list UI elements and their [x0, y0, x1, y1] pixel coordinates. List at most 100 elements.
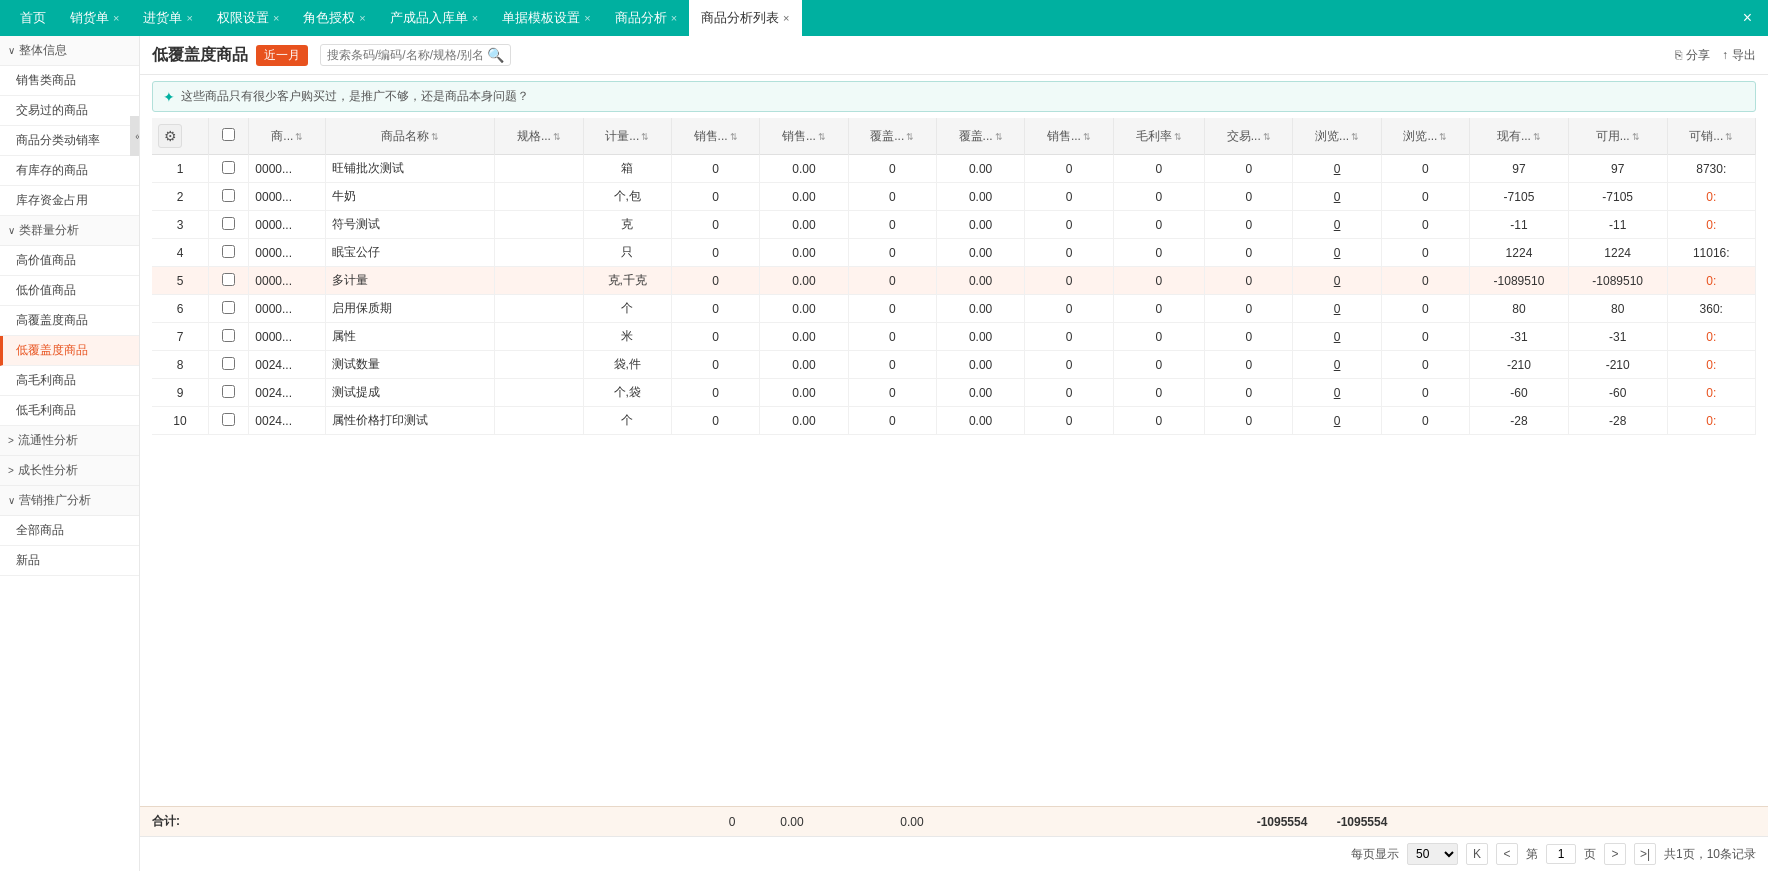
row-select-checkbox[interactable]	[222, 301, 235, 314]
row-select-checkbox[interactable]	[222, 385, 235, 398]
nav-close-icon[interactable]: ×	[671, 12, 677, 24]
sales-amount-column-header[interactable]: 销售...⇅	[760, 118, 848, 155]
row-checkbox[interactable]	[209, 267, 249, 295]
row-select-checkbox[interactable]	[222, 273, 235, 286]
row-browse1[interactable]: 0	[1293, 239, 1381, 267]
row-select-checkbox[interactable]	[222, 357, 235, 370]
current-stock-column-header[interactable]: 现有...⇅	[1470, 118, 1569, 155]
sidebar-item-new-goods[interactable]: 新品	[0, 546, 139, 576]
sales-rate-column-header[interactable]: 销售...⇅	[1025, 118, 1113, 155]
row-checkbox[interactable]	[209, 351, 249, 379]
settings-column-header[interactable]: ⚙	[152, 118, 209, 155]
row-select-checkbox[interactable]	[222, 189, 235, 202]
nav-close-icon[interactable]: ×	[359, 12, 365, 24]
row-checkbox[interactable]	[209, 211, 249, 239]
spec-column-header[interactable]: 规格...⇅	[495, 118, 583, 155]
row-sales-amount: 0.00	[760, 155, 848, 183]
row-browse1[interactable]: 0	[1293, 155, 1381, 183]
window-close-button[interactable]: ×	[1735, 9, 1760, 27]
nav-close-icon-active[interactable]: ×	[783, 12, 789, 24]
first-page-button[interactable]: K	[1466, 843, 1488, 865]
sidebar-section-group-analysis[interactable]: ∨ 类群量分析	[0, 216, 139, 246]
coverage2-column-header[interactable]: 覆盖...⇅	[936, 118, 1024, 155]
date-filter-button[interactable]: 近一月	[256, 45, 308, 66]
row-select-checkbox[interactable]	[222, 161, 235, 174]
row-select-checkbox[interactable]	[222, 329, 235, 342]
sidebar-item-low-margin[interactable]: 低毛利商品	[0, 396, 139, 426]
row-checkbox[interactable]	[209, 239, 249, 267]
column-settings-button[interactable]: ⚙	[158, 124, 182, 148]
sidebar-item-inventory-capital[interactable]: 库存资金占用	[0, 186, 139, 216]
sidebar-item-in-stock-goods[interactable]: 有库存的商品	[0, 156, 139, 186]
coverage1-column-header[interactable]: 覆盖...⇅	[848, 118, 936, 155]
sidebar-item-traded-goods[interactable]: 交易过的商品	[0, 96, 139, 126]
search-input[interactable]	[327, 48, 487, 62]
row-browse1[interactable]: 0	[1293, 351, 1381, 379]
sidebar-item-low-value[interactable]: 低价值商品	[0, 276, 139, 306]
export-button[interactable]: ↑ 导出	[1722, 47, 1756, 64]
available-stock-column-header[interactable]: 可用...⇅	[1568, 118, 1667, 155]
row-select-checkbox[interactable]	[222, 217, 235, 230]
unit-column-header[interactable]: 计量...⇅	[583, 118, 671, 155]
row-checkbox[interactable]	[209, 323, 249, 351]
row-browse1[interactable]: 0	[1293, 407, 1381, 435]
sidebar-item-high-margin[interactable]: 高毛利商品	[0, 366, 139, 396]
sidebar-item-sales-goods[interactable]: 销售类商品	[0, 66, 139, 96]
row-checkbox[interactable]	[209, 379, 249, 407]
share-button[interactable]: ⎘ 分享	[1675, 47, 1710, 64]
browse1-column-header[interactable]: 浏览...⇅	[1293, 118, 1381, 155]
name-column-header[interactable]: 商品名称⇅	[326, 118, 495, 155]
gross-margin-column-header[interactable]: 毛利率⇅	[1113, 118, 1204, 155]
nav-product-entry[interactable]: 产成品入库单×	[378, 0, 490, 36]
sidebar-item-all-goods[interactable]: 全部商品	[0, 516, 139, 546]
sidebar-section-liquidity[interactable]: > 流通性分析	[0, 426, 139, 456]
prev-page-button[interactable]: <	[1496, 843, 1518, 865]
nav-permission-settings[interactable]: 权限设置×	[205, 0, 291, 36]
nav-template-settings[interactable]: 单据模板设置×	[490, 0, 602, 36]
sidebar-item-low-coverage[interactable]: 低覆盖度商品	[0, 336, 139, 366]
nav-close-icon[interactable]: ×	[186, 12, 192, 24]
search-icon[interactable]: 🔍	[487, 47, 504, 63]
saleable-column-header[interactable]: 可销...⇅	[1667, 118, 1755, 155]
nav-purchase-order[interactable]: 进货单×	[131, 0, 204, 36]
nav-role-auth[interactable]: 角色授权×	[291, 0, 377, 36]
sidebar-collapse-button[interactable]: «	[130, 116, 140, 156]
browse2-column-header[interactable]: 浏览...⇅	[1381, 118, 1469, 155]
nav-close-icon[interactable]: ×	[472, 12, 478, 24]
row-browse1[interactable]: 0	[1293, 323, 1381, 351]
row-checkbox[interactable]	[209, 155, 249, 183]
sales-count-column-header[interactable]: 销售...⇅	[671, 118, 759, 155]
nav-close-icon[interactable]: ×	[273, 12, 279, 24]
last-page-button[interactable]: >|	[1634, 843, 1656, 865]
next-page-button[interactable]: >	[1604, 843, 1626, 865]
table-footer: 合计: 0 0.00 0.00 -1095554 -1095554	[140, 806, 1768, 836]
sidebar-item-high-coverage[interactable]: 高覆盖度商品	[0, 306, 139, 336]
row-browse1[interactable]: 0	[1293, 183, 1381, 211]
nav-product-analysis-list[interactable]: 商品分析列表×	[689, 0, 801, 36]
nav-close-icon[interactable]: ×	[113, 12, 119, 24]
nav-home[interactable]: 首页	[8, 0, 58, 36]
row-checkbox[interactable]	[209, 407, 249, 435]
transaction-column-header[interactable]: 交易...⇅	[1205, 118, 1293, 155]
checkbox-column-header[interactable]	[209, 118, 249, 155]
select-all-checkbox[interactable]	[222, 128, 235, 141]
row-checkbox[interactable]	[209, 183, 249, 211]
sidebar-section-marketing[interactable]: ∨ 营销推广分析	[0, 486, 139, 516]
per-page-select[interactable]: 50 10 20 100	[1407, 843, 1458, 865]
nav-sales-order[interactable]: 销货单×	[58, 0, 131, 36]
row-select-checkbox[interactable]	[222, 413, 235, 426]
row-checkbox[interactable]	[209, 295, 249, 323]
code-column-header[interactable]: 商...⇅	[249, 118, 326, 155]
sidebar-section-overall[interactable]: ∨ 整体信息	[0, 36, 139, 66]
row-browse1[interactable]: 0	[1293, 295, 1381, 323]
nav-product-analysis[interactable]: 商品分析×	[603, 0, 689, 36]
sidebar-item-high-value[interactable]: 高价值商品	[0, 246, 139, 276]
nav-close-icon[interactable]: ×	[584, 12, 590, 24]
row-browse1[interactable]: 0	[1293, 379, 1381, 407]
sidebar-item-category-turnover[interactable]: 商品分类动销率	[0, 126, 139, 156]
row-browse1[interactable]: 0	[1293, 267, 1381, 295]
page-number-input[interactable]	[1546, 844, 1576, 864]
row-select-checkbox[interactable]	[222, 245, 235, 258]
sidebar-section-growth[interactable]: > 成长性分析	[0, 456, 139, 486]
row-browse1[interactable]: 0	[1293, 211, 1381, 239]
